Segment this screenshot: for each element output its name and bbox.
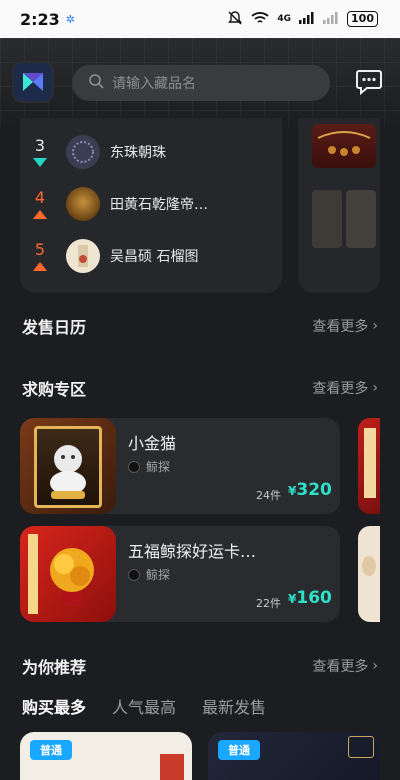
recommend-section-header: 为你推荐 查看更多 › [22, 654, 378, 678]
rank-number: 3 [34, 136, 46, 155]
view-more-text: 查看更多 [312, 319, 369, 335]
trend-up-icon [33, 210, 47, 219]
chat-icon [356, 70, 382, 95]
collectible-thumbnail [66, 187, 100, 221]
brand-name: 鲸探 [146, 568, 171, 582]
brand-name: 鲸探 [146, 460, 171, 474]
chevron-right-icon: › [372, 658, 378, 674]
rank-number: 5 [34, 240, 46, 259]
side-card-image [312, 190, 342, 248]
network-label: 4G [277, 14, 292, 24]
rarity-badge: 普通 [218, 740, 260, 760]
brand-label: 鲸探 [128, 566, 170, 583]
section-title: 为你推荐 [22, 658, 87, 677]
mute-icon [227, 10, 243, 29]
card-art [160, 754, 184, 780]
price: ¥160 [288, 588, 332, 608]
section-title: 发售日历 [22, 318, 87, 337]
side-promo-card[interactable] [298, 118, 380, 293]
tab-most-purchased[interactable]: 购买最多 [22, 694, 86, 718]
product-image [20, 526, 116, 622]
rank-indicator: 3 [20, 137, 60, 167]
signal-icon-2 [323, 11, 339, 27]
ranking-row[interactable]: 5 吴昌硕 石榴图 [20, 236, 282, 276]
product-image [20, 418, 116, 514]
rank-indicator: 4 [20, 189, 60, 219]
card-art [348, 736, 374, 758]
price-value: 160 [296, 588, 332, 608]
search-input[interactable]: 请输入藏品名 [72, 65, 330, 101]
collectible-name: 田黄石乾隆帝… [110, 197, 208, 213]
price-value: 320 [296, 480, 332, 500]
item-count: 22件 [256, 597, 281, 610]
item-count: 24件 [256, 489, 281, 502]
view-more-text: 查看更多 [312, 381, 369, 397]
logo-icon [23, 73, 43, 91]
brand-logo-icon [128, 460, 140, 473]
trend-up-icon [33, 262, 47, 271]
clock-text: 2:23 [20, 9, 60, 29]
price: ¥320 [288, 480, 332, 500]
brand-label: 鲸探 [128, 458, 170, 475]
search-placeholder: 请输入藏品名 [112, 76, 196, 92]
section-title: 求购专区 [22, 380, 87, 399]
app-logo[interactable] [14, 63, 52, 101]
collectible-name: 东珠朝珠 [110, 145, 166, 161]
view-more-text: 查看更多 [312, 659, 369, 675]
recommend-card[interactable]: 普通 [208, 732, 380, 780]
product-name: 五福鲸探好运卡… [128, 542, 257, 561]
trend-down-icon [33, 158, 47, 167]
wanted-item-card[interactable]: 小金猫 鲸探 24件 ¥320 [20, 418, 340, 514]
view-more-link[interactable]: 查看更多 › [312, 316, 378, 336]
side-card-image [312, 124, 376, 168]
battery-indicator: 100 [347, 11, 378, 27]
status-time: 2:23 ✲ [20, 10, 75, 29]
recommend-tabs: 购买最多 人气最高 最新发售 [22, 694, 266, 718]
product-name: 小金猫 [128, 434, 177, 453]
rank-number: 4 [34, 188, 46, 207]
collectible-name: 吴昌硕 石榴图 [110, 249, 199, 265]
signal-icon [299, 11, 315, 27]
side-card-image [346, 190, 376, 248]
notification-icon: ✲ [65, 12, 76, 26]
chevron-right-icon: › [372, 380, 378, 396]
rank-indicator: 5 [20, 241, 60, 271]
recommend-card[interactable]: 普通 [20, 732, 192, 780]
tab-newest[interactable]: 最新发售 [202, 694, 266, 718]
rarity-badge: 普通 [30, 740, 72, 760]
peek-card[interactable] [358, 418, 380, 514]
collectible-thumbnail [66, 239, 100, 273]
calendar-section-header: 发售日历 查看更多 › [22, 314, 378, 338]
view-more-link[interactable]: 查看更多 › [312, 656, 378, 676]
collectible-thumbnail [66, 135, 100, 169]
message-button[interactable] [350, 63, 388, 101]
chevron-right-icon: › [372, 318, 378, 334]
search-icon [88, 73, 104, 93]
tab-most-popular[interactable]: 人气最高 [112, 694, 176, 718]
ranking-card: 3 东珠朝珠 4 田黄石乾隆帝… 5 吴昌硕 石榴图 [20, 118, 282, 293]
brand-logo-icon [128, 568, 140, 581]
peek-card[interactable] [358, 526, 380, 622]
ranking-row[interactable]: 4 田黄石乾隆帝… [20, 184, 282, 224]
status-bar: 2:23 ✲ 4G 100 [0, 0, 400, 38]
wifi-icon [251, 11, 269, 28]
view-more-link[interactable]: 查看更多 › [312, 378, 378, 398]
status-icons: 4G 100 [227, 10, 378, 29]
wanted-item-card[interactable]: 五福鲸探好运卡… 鲸探 22件 ¥160 [20, 526, 340, 622]
wanted-section-header: 求购专区 查看更多 › [22, 376, 378, 400]
ranking-row[interactable]: 3 东珠朝珠 [20, 132, 282, 172]
